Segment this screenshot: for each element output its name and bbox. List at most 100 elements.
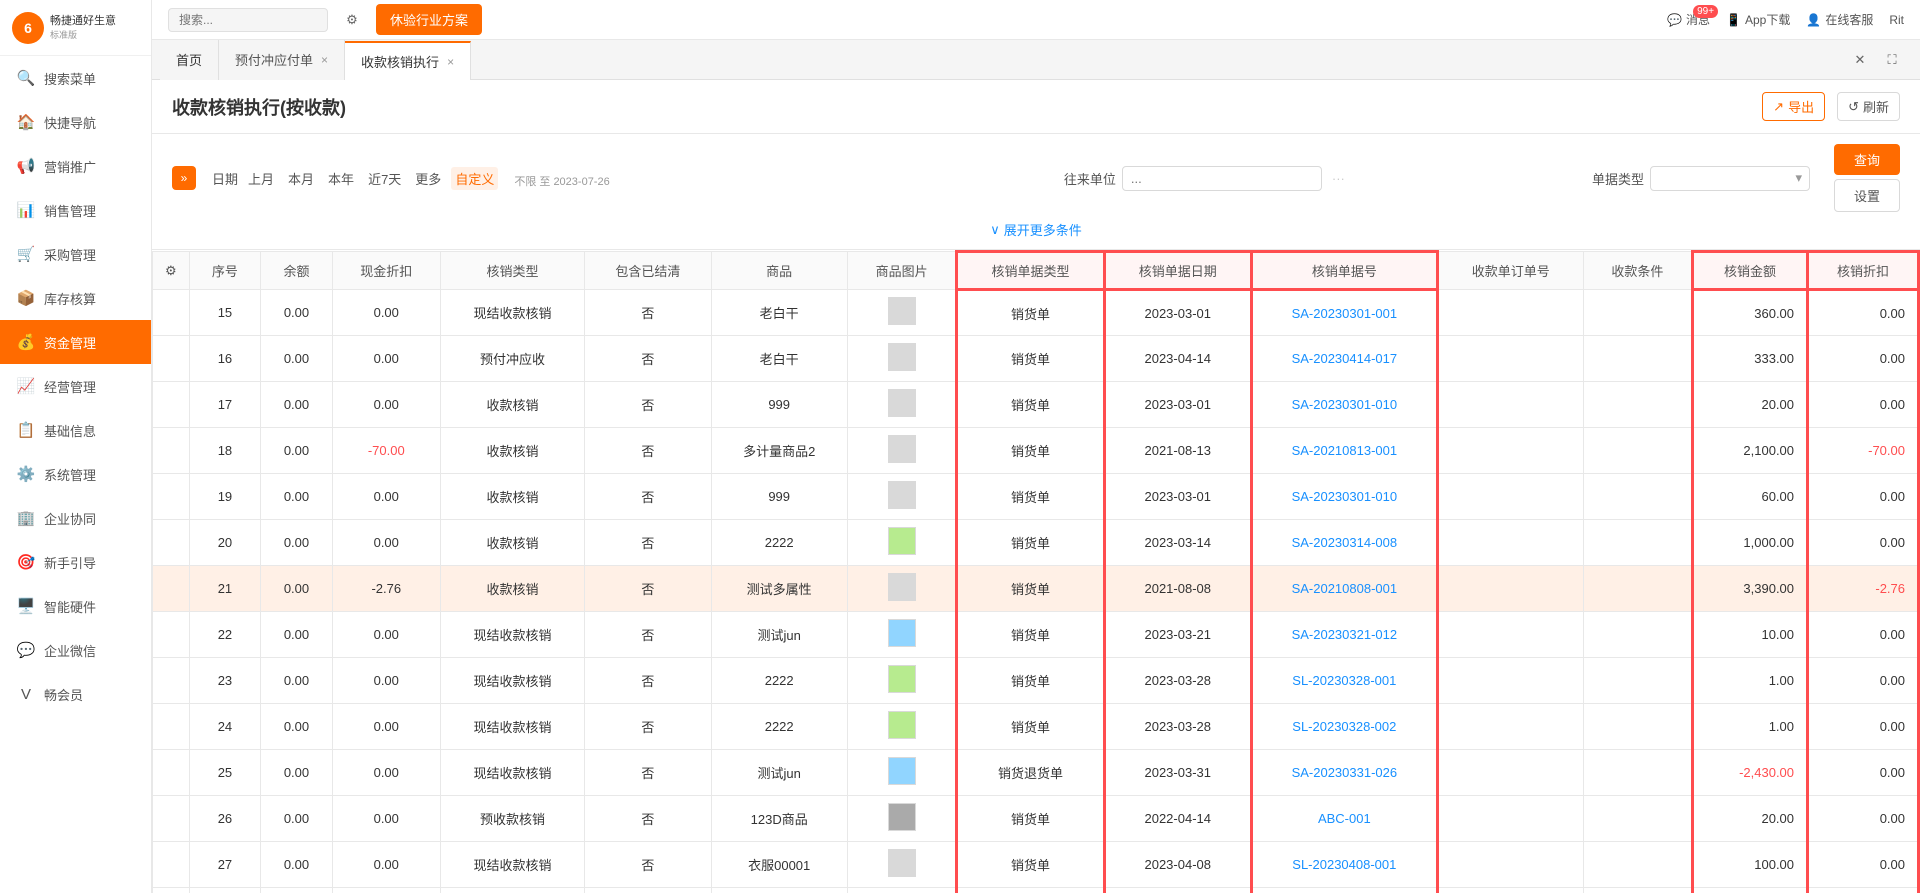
sidebar-item-wechat[interactable]: 💬企业微信 — [0, 628, 151, 672]
page-content: 收款核销执行(按收款) ↗ 导出 ↺ 刷新 » 日期 上月 — [152, 80, 1920, 893]
sidebar-marketing-label: 营销推广 — [44, 157, 96, 176]
receipt-note-link[interactable]: SA-20230321-012 — [1292, 627, 1398, 642]
filter-receipt-type-select[interactable] — [1650, 166, 1810, 191]
cell-writeoff-type: 收款核销 — [440, 520, 584, 566]
receipt-note-link[interactable]: SA-20230301-010 — [1292, 397, 1398, 412]
filter-expand-arrow[interactable]: » — [172, 166, 196, 190]
gear-icon[interactable]: ⚙ — [340, 8, 364, 32]
cell-settings — [153, 888, 190, 893]
cell-product-img — [847, 704, 956, 750]
cell-receipt-note-no[interactable]: SA-20230314-008 — [1251, 520, 1437, 566]
sidebar-item-hardware[interactable]: 🖥️智能硬件 — [0, 584, 151, 628]
cell-receipt-note-no[interactable]: SA-20230321-012 — [1251, 612, 1437, 658]
filter-date-7days[interactable]: 近7天 — [364, 167, 405, 190]
receipt-note-link[interactable]: SA-20230301-010 — [1292, 489, 1398, 504]
receipt-note-link[interactable]: SA-20210808-001 — [1292, 581, 1398, 596]
receipt-note-link[interactable]: SL-20230328-002 — [1292, 719, 1396, 734]
sidebar-system-label: 系统管理 — [44, 465, 96, 484]
cell-settings — [153, 382, 190, 428]
sidebar-item-finance[interactable]: 💰资金管理 — [0, 320, 151, 364]
sidebar-item-system[interactable]: ⚙️系统管理 — [0, 452, 151, 496]
filter-date-item: 日期 上月 本月 本年 近7天 更多 自定义 — [212, 167, 498, 190]
filter-date-thismonth[interactable]: 本月 — [284, 167, 318, 190]
sidebar-item-enterprise[interactable]: 🏢企业协同 — [0, 496, 151, 540]
search-input[interactable] — [168, 8, 328, 32]
cell-receipt-condition — [1583, 520, 1692, 566]
receipt-note-link[interactable]: SA-20230314-008 — [1292, 535, 1398, 550]
sidebar-enterprise-icon: 🏢 — [16, 508, 36, 528]
tab-maximize-button[interactable]: ⛶ — [1880, 48, 1904, 72]
sidebar-item-inventory[interactable]: 📦库存核算 — [0, 276, 151, 320]
receipt-note-link[interactable]: SA-20230301-001 — [1292, 306, 1398, 321]
receipt-note-link[interactable]: SA-20230331-026 — [1292, 765, 1398, 780]
cell-receipt-note-no[interactable]: SA-20210813-001 — [1251, 428, 1437, 474]
industry-solution-button[interactable]: 休验行业方案 — [376, 4, 482, 35]
online-service-button[interactable]: 👤 在线客服 — [1806, 11, 1873, 28]
expand-more-conditions[interactable]: ∨ 展开更多条件 — [172, 220, 1900, 239]
cell-receipt-note-no[interactable]: SL-20230328-001 — [1251, 658, 1437, 704]
filter-date-label: 日期 — [212, 169, 238, 188]
export-button[interactable]: ↗ 导出 — [1762, 92, 1825, 121]
filter-date-thisyear[interactable]: 本年 — [324, 167, 358, 190]
sidebar-item-member[interactable]: V畅会员 — [0, 672, 151, 716]
message-button[interactable]: 💬 消息 99+ — [1667, 11, 1710, 28]
cell-receipt-note-date: 2023-03-28 — [1104, 704, 1251, 750]
tab-prepay[interactable]: 预付冲应付单 × — [219, 40, 345, 80]
expand-label: 展开更多条件 — [1004, 220, 1082, 239]
query-button[interactable]: 查询 — [1834, 144, 1900, 175]
receipt-note-link[interactable]: SL-20230328-001 — [1292, 673, 1396, 688]
cell-receipt-note-no[interactable]: SL-20230418-001 — [1251, 888, 1437, 893]
sidebar-item-quicknav[interactable]: 🏠快捷导航 — [0, 100, 151, 144]
filter-dates: 上月 本月 本年 近7天 更多 自定义 — [244, 167, 498, 190]
sidebar-item-search[interactable]: 🔍搜索菜单 — [0, 56, 151, 100]
cell-product-img — [847, 428, 956, 474]
filter-date-more[interactable]: 更多 — [411, 167, 445, 190]
sidebar-item-operations[interactable]: 📈经营管理 — [0, 364, 151, 408]
refresh-button[interactable]: ↺ 刷新 — [1837, 92, 1900, 121]
app-download-button[interactable]: 📱 App下载 — [1726, 11, 1790, 28]
cell-receipt-note-no[interactable]: ABC-001 — [1251, 796, 1437, 842]
table-header-row: ⚙ 序号 余额 现金折扣 核销类型 包含已结清 商品 商品图片 核销单据类型 核… — [153, 252, 1919, 290]
tab-prepay-close[interactable]: × — [321, 53, 328, 67]
cell-writeoff-amount: 1,000.00 — [1693, 520, 1808, 566]
sidebar-item-marketing[interactable]: 📢营销推广 — [0, 144, 151, 188]
column-settings-icon[interactable]: ⚙ — [165, 263, 177, 278]
cell-receipt-note-no[interactable]: SA-20230301-010 — [1251, 474, 1437, 520]
cell-cash-discount: 0.00 — [332, 520, 440, 566]
cell-settings — [153, 704, 190, 750]
cell-receipt-note-no[interactable]: SA-20230301-001 — [1251, 290, 1437, 336]
sidebar-item-purchase[interactable]: 🛒采购管理 — [0, 232, 151, 276]
tab-receipt-close[interactable]: × — [447, 55, 454, 69]
sidebar-purchase-label: 采购管理 — [44, 245, 96, 264]
receipt-note-link[interactable]: SL-20230408-001 — [1292, 857, 1396, 872]
cell-receipt-note-no[interactable]: SA-20230414-017 — [1251, 336, 1437, 382]
cell-product: 2222 — [711, 888, 847, 893]
sidebar-item-guide[interactable]: 🎯新手引导 — [0, 540, 151, 584]
sidebar-item-basic[interactable]: 📋基础信息 — [0, 408, 151, 452]
filter-trading-unit-input[interactable] — [1122, 166, 1322, 191]
tab-home[interactable]: 首页 — [160, 40, 219, 80]
receipt-note-link[interactable]: SA-20230414-017 — [1292, 351, 1398, 366]
cell-receipt-note-no[interactable]: SA-20230331-026 — [1251, 750, 1437, 796]
cell-receipt-note-no[interactable]: SL-20230408-001 — [1251, 842, 1437, 888]
filter-settings-button[interactable]: 设置 — [1834, 179, 1900, 212]
cell-cash-discount: 0.00 — [332, 474, 440, 520]
cell-receipt-note-no[interactable]: SA-20230301-010 — [1251, 382, 1437, 428]
cell-settings — [153, 658, 190, 704]
tab-receipt[interactable]: 收款核销执行 × — [345, 41, 471, 81]
filter-date-custom[interactable]: 自定义 — [451, 167, 498, 190]
cell-receipt-note-no[interactable]: SL-20230328-002 — [1251, 704, 1437, 750]
receipt-note-link[interactable]: SA-20210813-001 — [1292, 443, 1398, 458]
user-profile[interactable]: Rit — [1889, 13, 1904, 27]
topbar: ⚙ 休验行业方案 💬 消息 99+ 📱 App下载 👤 在线客服 Rit — [152, 0, 1920, 40]
cell-receipt-order-no — [1437, 888, 1583, 893]
th-settings[interactable]: ⚙ — [153, 252, 190, 290]
cell-product: 老白干 — [711, 336, 847, 382]
cell-receipt-note-no[interactable]: SA-20210808-001 — [1251, 566, 1437, 612]
cell-settings — [153, 612, 190, 658]
filter-date-lastmonth[interactable]: 上月 — [244, 167, 278, 190]
cell-receipt-order-no — [1437, 474, 1583, 520]
sidebar-item-sales[interactable]: 📊销售管理 — [0, 188, 151, 232]
tab-close-button[interactable]: ✕ — [1848, 48, 1872, 72]
receipt-note-link[interactable]: ABC-001 — [1318, 811, 1371, 826]
